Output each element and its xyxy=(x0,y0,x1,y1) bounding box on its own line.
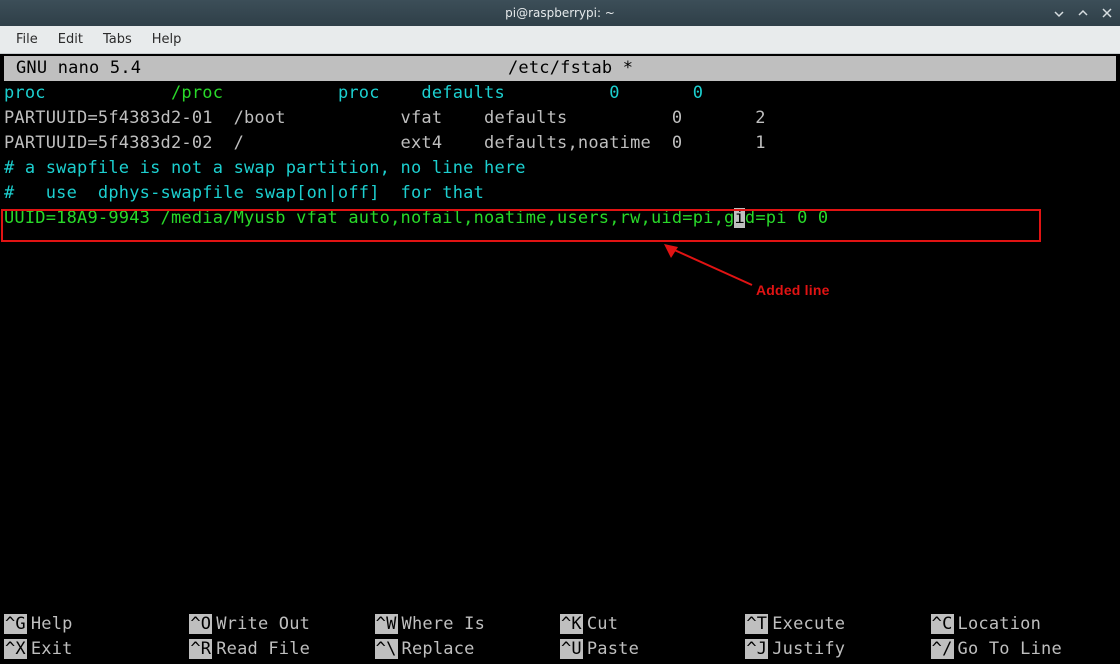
fstab-line-1-col1: proc xyxy=(4,83,171,103)
shortcut-justify: ^JJustify xyxy=(745,637,930,662)
shortcut-cut: ^KCut xyxy=(560,612,745,637)
shortcut-writeout: ^OWrite Out xyxy=(189,612,374,637)
fstab-line-3: PARTUUID=5f4383d2-02 / ext4 defaults,noa… xyxy=(4,131,1116,156)
shortcut-location: ^CLocation xyxy=(931,612,1116,637)
window-titlebar: pi@raspberrypi: ~ xyxy=(0,0,1120,26)
maximize-icon[interactable] xyxy=(1076,6,1090,20)
nano-version: GNU nano 5.4 xyxy=(4,56,145,81)
menu-tabs[interactable]: Tabs xyxy=(93,28,142,51)
shortcut-readfile: ^RRead File xyxy=(189,637,374,662)
annotation-arrow-icon xyxy=(660,240,780,295)
fstab-comment-2: # use dphys-swapfile swap[on|off] for th… xyxy=(4,181,1116,206)
fstab-line-1-col3: proc defaults 0 0 xyxy=(338,83,703,103)
shortcut-gotoline: ^/Go To Line xyxy=(931,637,1116,662)
nano-filename: /etc/fstab * xyxy=(145,56,996,81)
shortcut-whereis: ^WWhere Is xyxy=(375,612,560,637)
shortcut-exit: ^XExit xyxy=(4,637,189,662)
menu-help[interactable]: Help xyxy=(142,28,192,51)
window-buttons xyxy=(1052,6,1114,20)
menu-file[interactable]: File xyxy=(6,28,48,51)
minimize-icon[interactable] xyxy=(1052,6,1066,20)
shortcut-execute: ^TExecute xyxy=(745,612,930,637)
fstab-added-before: UUID=18A9-9943 /media/Myusb vfat auto,no… xyxy=(4,208,734,228)
cursor: i xyxy=(734,208,744,228)
nano-shortcuts: ^GHelp ^OWrite Out ^WWhere Is ^KCut ^TEx… xyxy=(4,612,1116,662)
fstab-added-line: UUID=18A9-9943 /media/Myusb vfat auto,no… xyxy=(4,206,1116,231)
menubar: File Edit Tabs Help xyxy=(0,26,1120,54)
close-icon[interactable] xyxy=(1100,6,1114,20)
menu-edit[interactable]: Edit xyxy=(48,28,93,51)
shortcut-replace: ^\Replace xyxy=(375,637,560,662)
shortcut-paste: ^UPaste xyxy=(560,637,745,662)
fstab-comment-1: # a swapfile is not a swap partition, no… xyxy=(4,156,1116,181)
fstab-added-after: d=pi 0 0 xyxy=(745,208,828,228)
nano-header: GNU nano 5.4 /etc/fstab * xyxy=(4,56,1116,81)
annotation-label: Added line xyxy=(756,278,830,303)
terminal[interactable]: GNU nano 5.4 /etc/fstab * proc /proc pro… xyxy=(0,54,1120,664)
fstab-line-1-col2: /proc xyxy=(171,83,338,103)
fstab-line-2: PARTUUID=5f4383d2-01 /boot vfat defaults… xyxy=(4,106,1116,131)
window-title: pi@raspberrypi: ~ xyxy=(505,6,615,20)
shortcut-help: ^GHelp xyxy=(4,612,189,637)
